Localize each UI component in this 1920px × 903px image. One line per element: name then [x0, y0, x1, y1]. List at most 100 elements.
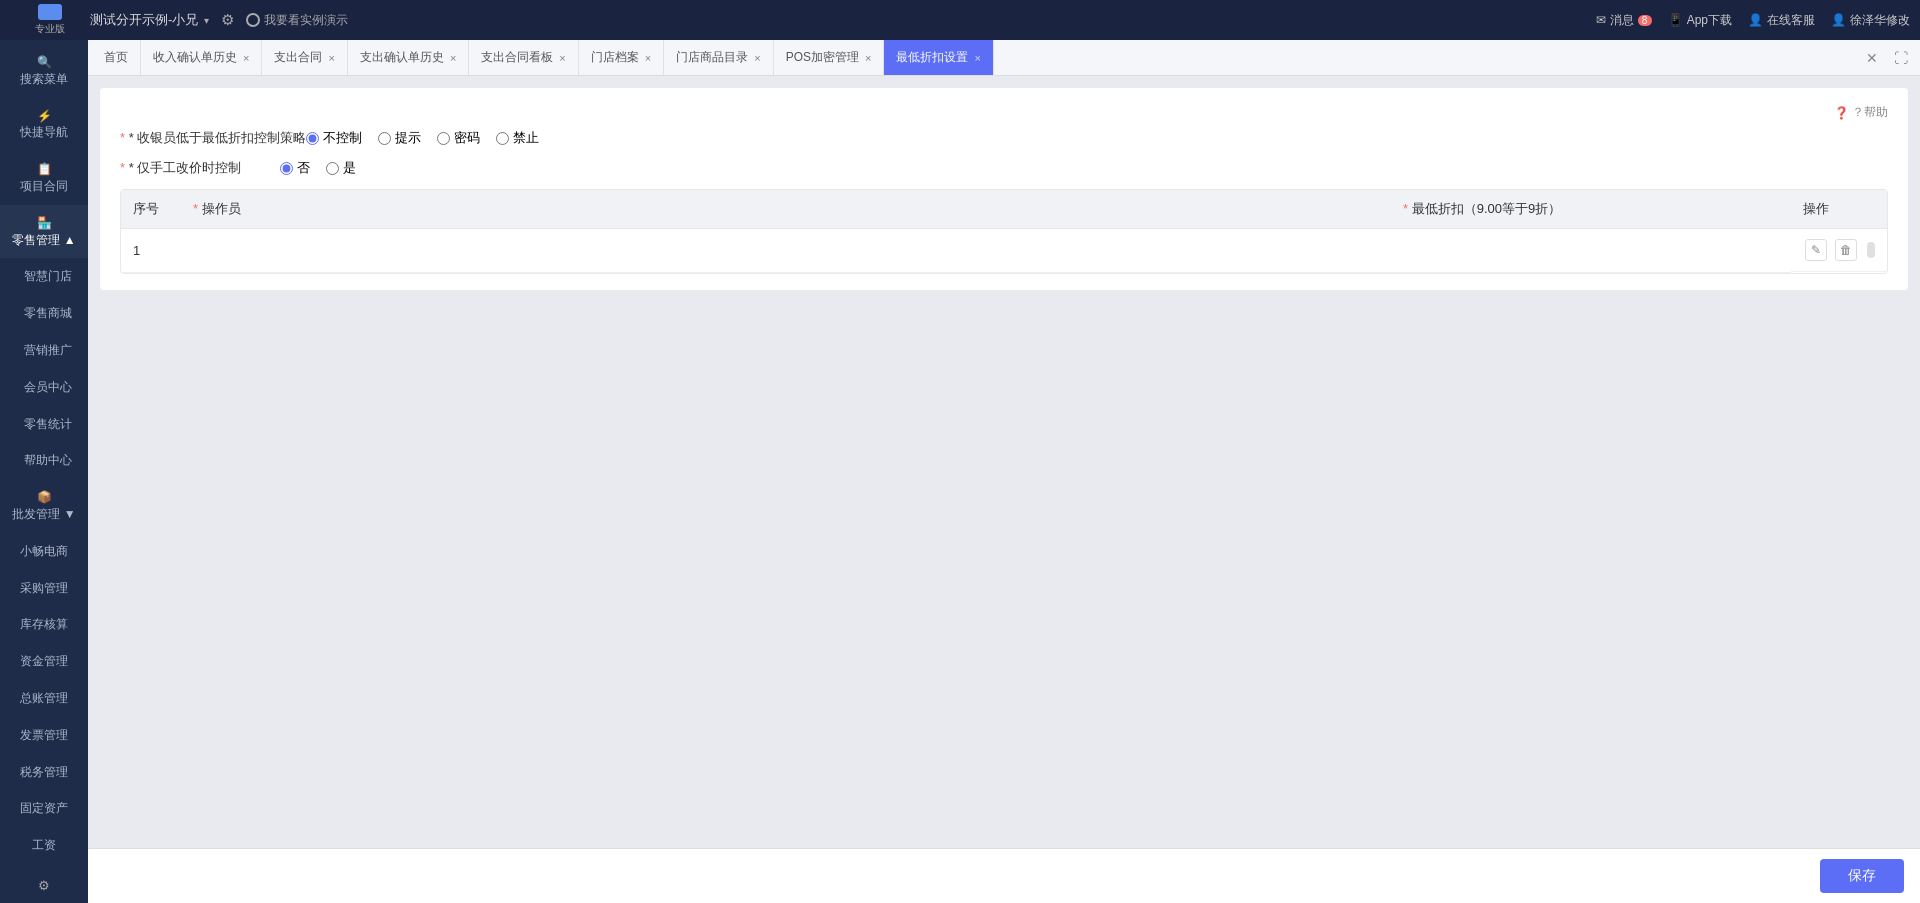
tab-expense-contract[interactable]: 支出合同 × [262, 40, 347, 76]
demo-icon [246, 13, 260, 27]
strategy-option-none[interactable]: 不控制 [306, 129, 362, 147]
delete-btn[interactable]: 🗑 [1835, 239, 1857, 261]
retail-icon: 🏪 [37, 215, 52, 232]
manual-option-no[interactable]: 否 [280, 159, 310, 177]
settings-card: ❓ ？帮助 * * 收银员低于最低折扣控制策略 不控制 [100, 88, 1908, 290]
tab-close-btn[interactable]: ✕ [1862, 48, 1882, 68]
tab-home[interactable]: 首页 [92, 40, 141, 76]
tab-expense-board-close[interactable]: × [559, 52, 565, 64]
messages-label: 消息 [1610, 12, 1634, 29]
strategy-option-forbidden[interactable]: 禁止 [496, 129, 539, 147]
help-label: ？帮助 [1852, 104, 1888, 121]
sidebar-item-marketing[interactable]: 营销推广 [0, 332, 88, 369]
message-icon: ✉ [1596, 13, 1606, 27]
sidebar-item-invoice[interactable]: 发票管理 [0, 717, 88, 754]
sidebar-label-purchase: 采购管理 [20, 580, 68, 597]
table-row: 1 ✎ 🗑 [121, 229, 1887, 273]
sidebar-label-wholesale: 批发管理 ▼ [12, 506, 75, 523]
tab-income-confirm-close[interactable]: × [243, 52, 249, 64]
sidebar-label-stats: 零售统计 [24, 416, 72, 433]
strategy-password-label: 密码 [454, 129, 480, 147]
logo-text: 专业版 [35, 22, 65, 36]
tab-store-products[interactable]: 门店商品目录 × [664, 40, 773, 76]
user-label: 徐泽华修改 [1850, 12, 1910, 29]
strategy-radio-password[interactable] [437, 132, 450, 145]
tab-expense-contract-label: 支出合同 [274, 49, 322, 66]
tab-expense-board-label: 支出合同看板 [481, 49, 553, 66]
strategy-radio-none[interactable] [306, 132, 319, 145]
demo-label: 我要看实例演示 [264, 12, 348, 29]
online-service-btn[interactable]: 👤 在线客服 [1748, 12, 1815, 29]
manual-price-row: * * 仅手工改价时控制 否 是 [120, 159, 1888, 177]
sidebar-label-payroll: 工资 [32, 837, 56, 854]
tab-discount-close[interactable]: × [974, 52, 980, 64]
app-download-btn[interactable]: 📱 App下载 [1668, 12, 1732, 29]
sidebar-item-inventory[interactable]: 库存核算 [0, 606, 88, 643]
tab-home-label: 首页 [104, 49, 128, 66]
tab-expense-confirm-label: 支出确认单历史 [360, 49, 444, 66]
strategy-option-password[interactable]: 密码 [437, 129, 480, 147]
manual-radio-no[interactable] [280, 162, 293, 175]
tab-pos-label: POS加密管理 [786, 49, 859, 66]
sidebar-item-payroll[interactable]: 工资 [0, 827, 88, 864]
sidebar-item-purchase[interactable]: 采购管理 [0, 570, 88, 607]
sidebar-item-contract[interactable]: 📋 项目合同 [0, 151, 88, 205]
tab-store-file[interactable]: 门店档案 × [579, 40, 664, 76]
manual-option-yes[interactable]: 是 [326, 159, 356, 177]
help-link[interactable]: ❓ ？帮助 [1834, 104, 1888, 121]
tab-store-file-label: 门店档案 [591, 49, 639, 66]
contract-icon: 📋 [37, 161, 52, 178]
sidebar-item-wholesale[interactable]: 📦 批发管理 ▼ [0, 479, 88, 533]
row-discount[interactable] [1391, 229, 1791, 273]
sidebar-item-tax[interactable]: 税务管理 [0, 754, 88, 791]
operator-input[interactable] [193, 243, 1379, 258]
chevron-down-icon: ▾ [204, 15, 209, 26]
tab-pos-close[interactable]: × [865, 52, 871, 64]
user-btn[interactable]: 👤 徐泽华修改 [1831, 12, 1910, 29]
tab-expense-contract-close[interactable]: × [328, 52, 334, 64]
sidebar-item-smart-store[interactable]: 智慧门店 [0, 258, 88, 295]
project-selector[interactable]: 测试分开示例-小兄 ▾ [90, 11, 209, 29]
sidebar-item-search[interactable]: 🔍 搜索菜单 [0, 44, 88, 98]
wholesale-icon: 📦 [37, 489, 52, 506]
strategy-radio-forbidden[interactable] [496, 132, 509, 145]
sidebar-item-ecommerce[interactable]: 小畅电商 [0, 533, 88, 570]
edit-btn[interactable]: ✎ [1805, 239, 1827, 261]
sidebar-item-finance[interactable]: 资金管理 [0, 643, 88, 680]
manual-radio-yes[interactable] [326, 162, 339, 175]
row-operator[interactable] [181, 229, 1391, 273]
topbar-right: ✉ 消息 8 📱 App下载 👤 在线客服 👤 徐泽华修改 [1596, 12, 1910, 29]
sidebar-item-ledger[interactable]: 总账管理 [0, 680, 88, 717]
settings-icon[interactable]: ⚙ [38, 878, 50, 893]
topbar: 专业版 测试分开示例-小兄 ▾ ⚙ 我要看实例演示 ✉ 消息 8 📱 App下载… [0, 0, 1920, 40]
strategy-option-hint[interactable]: 提示 [378, 129, 421, 147]
tab-store-products-close[interactable]: × [754, 52, 760, 64]
save-button[interactable]: 保存 [1820, 859, 1904, 893]
manual-label-text: * 仅手工改价时控制 [129, 160, 242, 175]
discount-input[interactable] [1403, 243, 1779, 258]
sidebar-item-member[interactable]: 会员中心 [0, 369, 88, 406]
gear-icon[interactable]: ⚙ [221, 11, 234, 29]
demo-link[interactable]: 我要看实例演示 [246, 12, 348, 29]
sidebar-item-shortcut[interactable]: ⚡ 快捷导航 [0, 98, 88, 152]
tab-expense-confirm-close[interactable]: × [450, 52, 456, 64]
tab-expense-confirm[interactable]: 支出确认单历史 × [348, 40, 469, 76]
sidebar-item-help[interactable]: 帮助中心 [0, 442, 88, 479]
sidebar-item-stats[interactable]: 零售统计 [0, 406, 88, 443]
tab-discount[interactable]: 最低折扣设置 × [884, 40, 993, 76]
sidebar-item-assets[interactable]: 固定资产 [0, 790, 88, 827]
tab-income-confirm[interactable]: 收入确认单历史 × [141, 40, 262, 76]
strategy-radio-group: 不控制 提示 密码 禁止 [306, 129, 539, 147]
messages-btn[interactable]: ✉ 消息 8 [1596, 12, 1652, 29]
tab-bar-controls: ✕ ⛶ [1862, 48, 1916, 68]
tab-expense-board[interactable]: 支出合同看板 × [469, 40, 578, 76]
sidebar-bottom: ⚙ [0, 868, 88, 903]
tab-pos[interactable]: POS加密管理 × [774, 40, 885, 76]
col-discount-header: * 最低折扣（9.00等于9折） [1391, 190, 1791, 229]
strategy-radio-hint[interactable] [378, 132, 391, 145]
tab-expand-btn[interactable]: ⛶ [1890, 48, 1912, 68]
tab-store-file-close[interactable]: × [645, 52, 651, 64]
sidebar-item-mall[interactable]: 零售商城 [0, 295, 88, 332]
col-operator-label: 操作员 [202, 201, 241, 216]
sidebar-item-retail[interactable]: 🏪 零售管理 ▲ [0, 205, 88, 259]
